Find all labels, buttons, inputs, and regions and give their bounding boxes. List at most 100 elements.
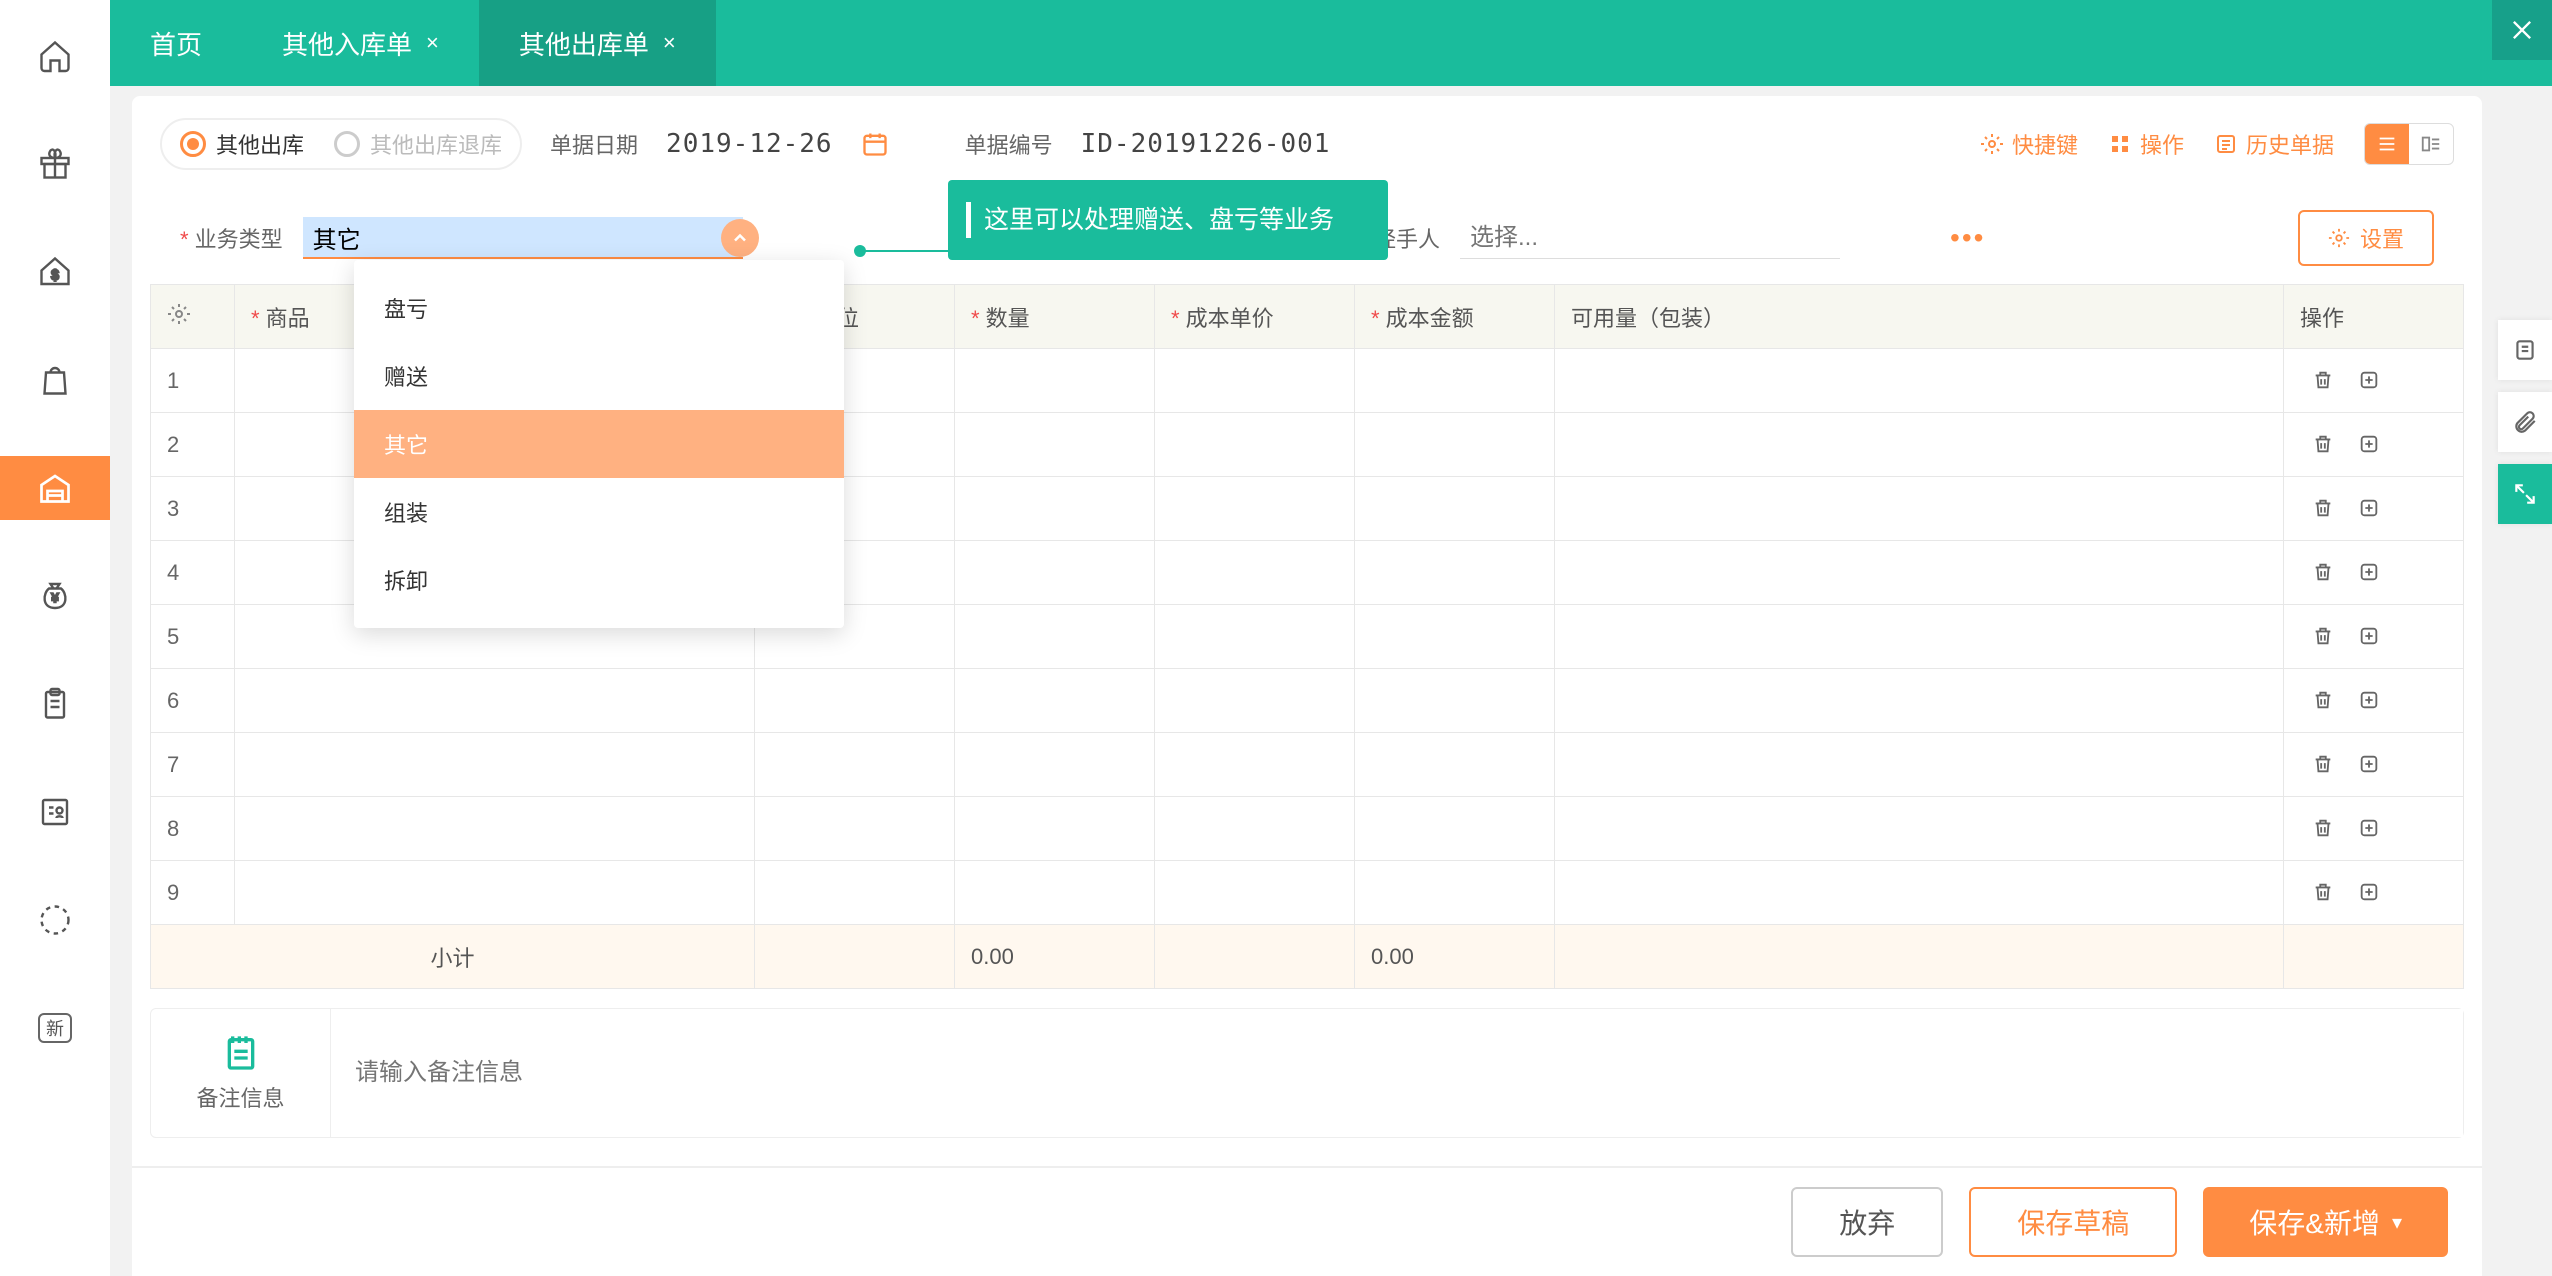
discard-button[interactable]: 放弃	[1791, 1187, 1943, 1257]
table-row[interactable]: 6	[151, 669, 2464, 733]
more-button-2[interactable]: •••	[1940, 222, 1995, 254]
cell-available[interactable]	[1555, 733, 2284, 797]
cell-cost-amount[interactable]	[1355, 733, 1555, 797]
cell-qty[interactable]	[955, 541, 1155, 605]
cell-available[interactable]	[1555, 349, 2284, 413]
delete-row-button[interactable]	[2308, 877, 2338, 907]
add-row-button[interactable]	[2354, 877, 2384, 907]
cell-unit-cost[interactable]	[1155, 797, 1355, 861]
cell-unit-cost[interactable]	[1155, 733, 1355, 797]
cell-qty[interactable]	[955, 477, 1155, 541]
cell-qty[interactable]	[955, 605, 1155, 669]
nav-warehouse[interactable]	[0, 456, 110, 520]
rail-expand[interactable]	[2498, 464, 2552, 524]
cell-cost-amount[interactable]	[1355, 541, 1555, 605]
tab-home[interactable]: 首页	[110, 0, 242, 86]
delete-row-button[interactable]	[2308, 493, 2338, 523]
cell-product[interactable]	[235, 797, 755, 861]
delete-row-button[interactable]	[2308, 749, 2338, 779]
cell-qty[interactable]	[955, 413, 1155, 477]
settings-button[interactable]: 设置	[2298, 210, 2434, 266]
cell-available[interactable]	[1555, 605, 2284, 669]
cell-product[interactable]	[235, 669, 755, 733]
cell-unit-cost[interactable]	[1155, 349, 1355, 413]
table-row[interactable]: 9	[151, 861, 2464, 925]
cell-qty[interactable]	[955, 861, 1155, 925]
cell-available[interactable]	[1555, 541, 2284, 605]
col-gear[interactable]	[151, 285, 235, 349]
nav-new[interactable]: 新	[0, 996, 110, 1060]
delete-row-button[interactable]	[2308, 813, 2338, 843]
add-row-button[interactable]	[2354, 429, 2384, 459]
cell-available[interactable]	[1555, 413, 2284, 477]
action-link[interactable]: 操作	[2108, 128, 2184, 160]
handler-input[interactable]	[1460, 218, 1840, 259]
cell-cost-amount[interactable]	[1355, 797, 1555, 861]
cell-stock-unit[interactable]	[755, 797, 955, 861]
view-list[interactable]	[2365, 124, 2409, 164]
delete-row-button[interactable]	[2308, 557, 2338, 587]
history-link[interactable]: 历史单据	[2214, 128, 2334, 160]
cell-available[interactable]	[1555, 669, 2284, 733]
cell-unit-cost[interactable]	[1155, 541, 1355, 605]
view-detail[interactable]	[2409, 124, 2453, 164]
shortcut-link[interactable]: 快捷键	[1980, 128, 2078, 160]
cell-cost-amount[interactable]	[1355, 605, 1555, 669]
cell-stock-unit[interactable]	[755, 861, 955, 925]
cell-unit-cost[interactable]	[1155, 413, 1355, 477]
close-icon[interactable]: ×	[663, 30, 676, 56]
biz-type-input[interactable]	[303, 217, 743, 259]
cell-unit-cost[interactable]	[1155, 605, 1355, 669]
bill-date-value[interactable]: 2019-12-26	[666, 129, 833, 159]
radio-other-out-return[interactable]: 其他出库退库	[334, 128, 502, 160]
radio-other-out[interactable]: 其他出库	[180, 128, 304, 160]
tab-other-out[interactable]: 其他出库单×	[479, 0, 716, 86]
nav-clipboard[interactable]	[0, 672, 110, 736]
table-row[interactable]: 8	[151, 797, 2464, 861]
nav-home[interactable]	[0, 24, 110, 88]
rail-attachment[interactable]	[2498, 392, 2552, 452]
add-row-button[interactable]	[2354, 749, 2384, 779]
save-new-button[interactable]: 保存&新增 ▾	[2203, 1187, 2448, 1257]
cell-cost-amount[interactable]	[1355, 861, 1555, 925]
nav-contacts[interactable]	[0, 780, 110, 844]
cell-stock-unit[interactable]	[755, 733, 955, 797]
close-icon[interactable]: ×	[426, 30, 439, 56]
add-row-button[interactable]	[2354, 813, 2384, 843]
cell-qty[interactable]	[955, 349, 1155, 413]
delete-row-button[interactable]	[2308, 365, 2338, 395]
dropdown-option[interactable]: 赠送	[354, 342, 844, 410]
cell-cost-amount[interactable]	[1355, 669, 1555, 733]
delete-row-button[interactable]	[2308, 429, 2338, 459]
add-row-button[interactable]	[2354, 685, 2384, 715]
delete-row-button[interactable]	[2308, 621, 2338, 651]
rail-notes[interactable]	[2498, 320, 2552, 380]
cell-available[interactable]	[1555, 477, 2284, 541]
cell-qty[interactable]	[955, 733, 1155, 797]
nav-finance[interactable]: $	[0, 240, 110, 304]
nav-bag[interactable]	[0, 348, 110, 412]
cell-product[interactable]	[235, 733, 755, 797]
save-draft-button[interactable]: 保存草稿	[1969, 1187, 2177, 1257]
add-row-button[interactable]	[2354, 493, 2384, 523]
dropdown-option[interactable]: 其它	[354, 410, 844, 478]
cell-available[interactable]	[1555, 797, 2284, 861]
cell-unit-cost[interactable]	[1155, 669, 1355, 733]
dropdown-option[interactable]: 拆卸	[354, 546, 844, 614]
nav-sync[interactable]	[0, 888, 110, 952]
cell-unit-cost[interactable]	[1155, 861, 1355, 925]
cell-qty[interactable]	[955, 797, 1155, 861]
cell-cost-amount[interactable]	[1355, 349, 1555, 413]
dropdown-option[interactable]: 盘亏	[354, 274, 844, 342]
delete-row-button[interactable]	[2308, 685, 2338, 715]
tab-other-in[interactable]: 其他入库单×	[242, 0, 479, 86]
window-close[interactable]	[2492, 0, 2552, 60]
cell-qty[interactable]	[955, 669, 1155, 733]
nav-money-bag[interactable]: ¥	[0, 564, 110, 628]
add-row-button[interactable]	[2354, 557, 2384, 587]
cell-cost-amount[interactable]	[1355, 413, 1555, 477]
cell-stock-unit[interactable]	[755, 669, 955, 733]
add-row-button[interactable]	[2354, 621, 2384, 651]
dropdown-option[interactable]: 组装	[354, 478, 844, 546]
add-row-button[interactable]	[2354, 365, 2384, 395]
